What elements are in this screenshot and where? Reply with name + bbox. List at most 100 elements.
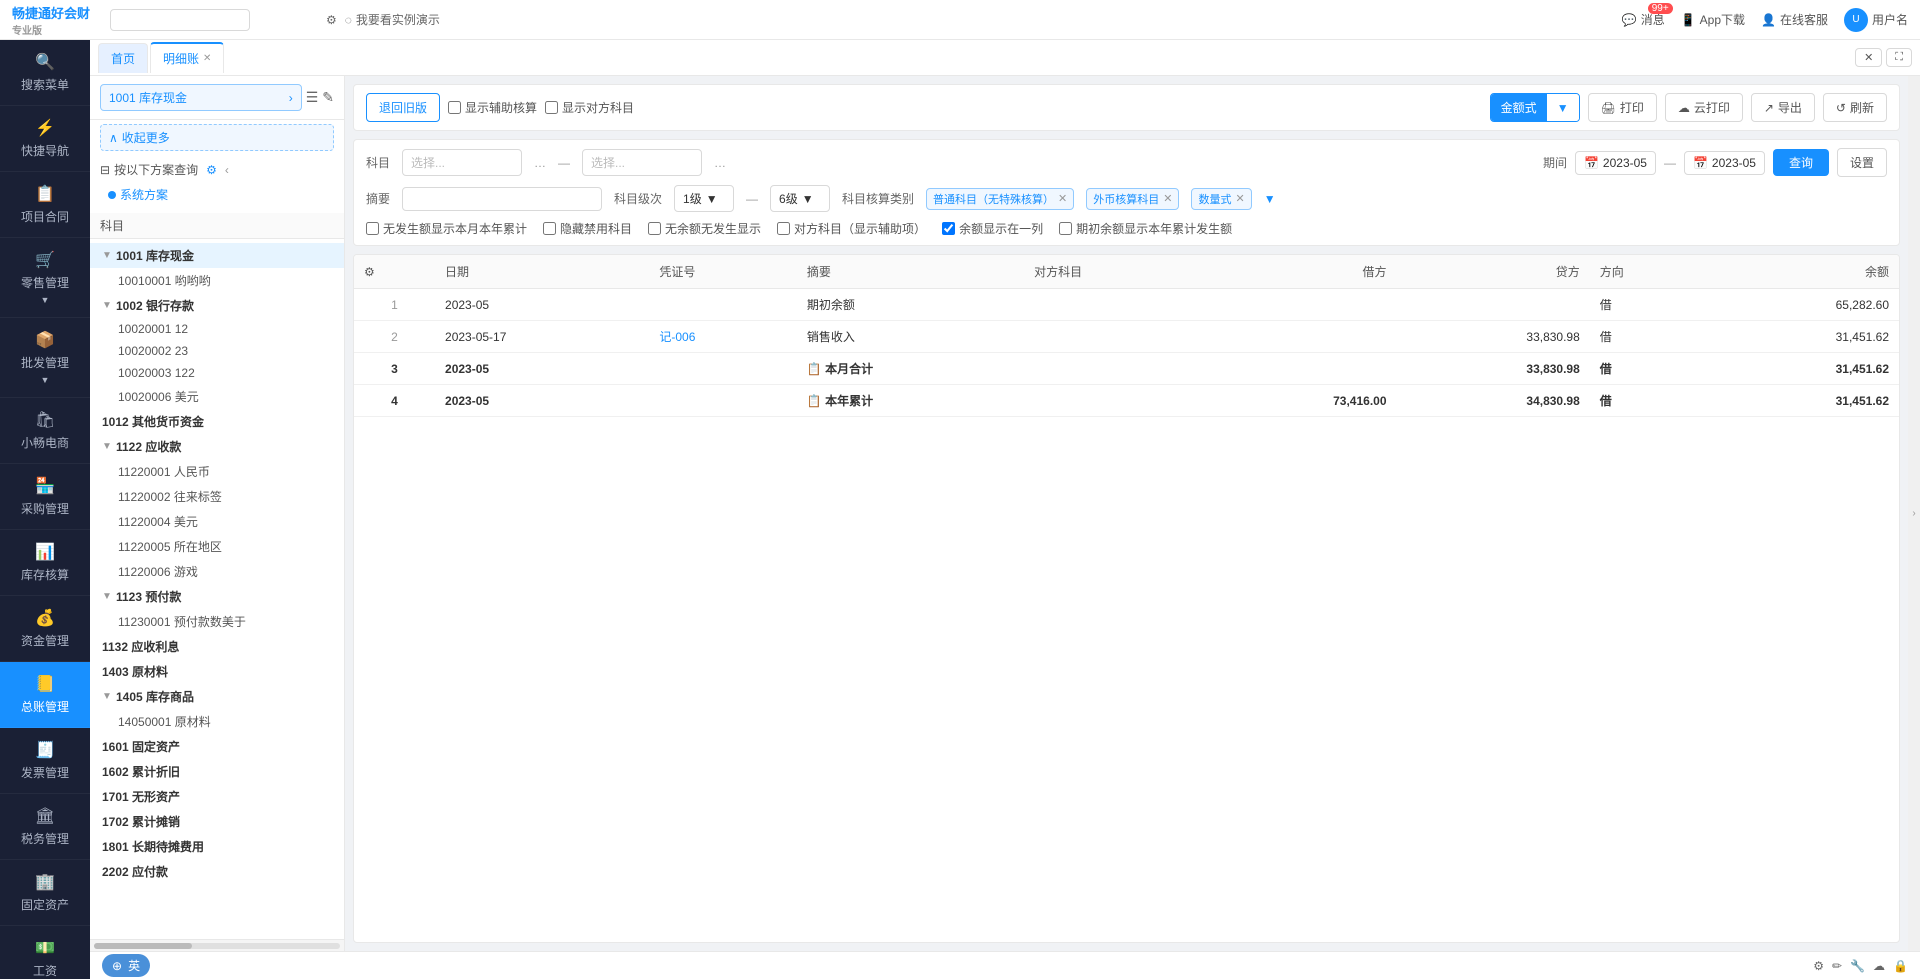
current-account[interactable]: 1001 库存现金 › — [100, 84, 302, 111]
tree-item-1001[interactable]: ▼ 1001 库存现金 — [90, 243, 344, 268]
tag-2-close[interactable]: ✕ — [1163, 192, 1172, 205]
tab-close-btn[interactable]: ✕ — [1855, 48, 1882, 67]
cb-no-amount-input[interactable] — [648, 222, 661, 235]
query-btn[interactable]: 查询 — [1773, 149, 1829, 176]
sidebar-item-quicknav[interactable]: ⚡ 快捷导航 — [0, 106, 90, 172]
tree-item-10020002[interactable]: 10020002 23 — [90, 340, 344, 362]
status-cloud-icon[interactable]: ☁ — [1873, 959, 1885, 973]
tree-item-1801[interactable]: 1801 长期待摊费用 — [90, 834, 344, 859]
tag-1-close[interactable]: ✕ — [1058, 192, 1067, 205]
sidebar-item-retail[interactable]: 🛒 零售管理 ▼ — [0, 238, 90, 318]
status-lock-icon[interactable]: 🔒 — [1893, 959, 1908, 973]
amount-view-btn[interactable]: 金额式 — [1491, 94, 1547, 121]
tree-item-11230001[interactable]: 11230001 预付款数美于 — [90, 609, 344, 634]
period-to-date[interactable]: 📅 2023-05 — [1684, 151, 1765, 175]
tree-item-1002[interactable]: ▼ 1002 银行存款 — [90, 293, 344, 318]
message-btn[interactable]: 💬 消息 99+ — [1622, 11, 1665, 28]
level-from-select[interactable]: 1级 ▼ — [674, 185, 734, 212]
top-search-input[interactable] — [110, 9, 250, 31]
tree-item-11220004[interactable]: 11220004 美元 — [90, 509, 344, 534]
status-tool-icon[interactable]: 🔧 — [1850, 959, 1865, 973]
sidebar-item-accounting[interactable]: 📒 总账管理 — [0, 662, 90, 728]
demo-btn[interactable]: ◌ 我要看实例演示 — [345, 11, 440, 28]
settings-filter-btn[interactable]: 设置 — [1837, 148, 1887, 177]
summary-input[interactable] — [402, 187, 602, 211]
show-opposite-input[interactable] — [545, 101, 558, 114]
panel-scroll-bar[interactable] — [90, 939, 344, 951]
level-to-select[interactable]: 6级 ▼ — [770, 185, 830, 212]
tree-item-11220006[interactable]: 11220006 游戏 — [90, 559, 344, 584]
status-edit-icon[interactable]: ✏ — [1832, 959, 1842, 973]
voucher-link-2[interactable]: 记-006 — [659, 330, 695, 344]
tree-item-1405[interactable]: ▼ 1405 库存商品 — [90, 684, 344, 709]
tree-item-10020006[interactable]: 10020006 美元 — [90, 384, 344, 409]
chevron-left-icon[interactable]: ‹ — [225, 163, 229, 177]
settings-small-icon[interactable]: ⚙ — [206, 163, 217, 177]
show-aux-input[interactable] — [448, 101, 461, 114]
app-download-btn[interactable]: 📱 App下载 — [1681, 11, 1745, 28]
tree-item-11220005[interactable]: 11220005 所在地区 — [90, 534, 344, 559]
view-toggle-arrow[interactable]: ▼ — [1547, 94, 1579, 121]
cb-opposite-input[interactable] — [777, 222, 790, 235]
status-lang-btn[interactable]: ⊕ 英 — [102, 954, 150, 977]
tree-item-1403[interactable]: 1403 原材料 — [90, 659, 344, 684]
sidebar-item-salary[interactable]: 💵 工资 — [0, 926, 90, 979]
list-view-icon[interactable]: ☰ — [306, 89, 319, 106]
sidebar-item-assets[interactable]: 🏢 固定资产 — [0, 860, 90, 926]
cb-no-balance-input[interactable] — [366, 222, 379, 235]
sidebar-item-inventory[interactable]: 📊 库存核算 — [0, 530, 90, 596]
print-btn[interactable]: 🖨 打印 — [1588, 93, 1657, 122]
online-service-btn[interactable]: 👤 在线客服 — [1761, 11, 1828, 28]
sidebar-item-tax[interactable]: 🏛 税务管理 — [0, 794, 90, 860]
sidebar-item-invoice[interactable]: 🧾 发票管理 — [0, 728, 90, 794]
edit-icon[interactable]: ✎ — [322, 89, 334, 106]
cb-year-begin[interactable]: 期初余额显示本年累计发生额 — [1059, 220, 1232, 237]
cb-hide-disabled[interactable]: 隐藏禁用科目 — [543, 220, 632, 237]
settings-btn[interactable]: ⚙ — [326, 13, 337, 27]
tree-item-1701[interactable]: 1701 无形资产 — [90, 784, 344, 809]
top-search[interactable] — [110, 9, 310, 31]
tree-item-1132[interactable]: 1132 应收利息 — [90, 634, 344, 659]
collapse-more-btn[interactable]: ∧ 收起更多 — [100, 124, 334, 151]
sidebar-item-capital[interactable]: 💰 资金管理 — [0, 596, 90, 662]
refresh-btn[interactable]: ↺ 刷新 — [1823, 93, 1887, 122]
tree-item-10020001[interactable]: 10020001 12 — [90, 318, 344, 340]
table-settings-icon[interactable]: ⚙ — [364, 265, 375, 279]
tree-item-11220002[interactable]: 11220002 往来标签 — [90, 484, 344, 509]
cb-year-begin-input[interactable] — [1059, 222, 1072, 235]
export-btn[interactable]: ↗ 导出 — [1751, 93, 1815, 122]
right-collapse-btn[interactable]: › — [1908, 76, 1920, 951]
sidebar-item-purchase[interactable]: 🏪 采购管理 — [0, 464, 90, 530]
tree-item-1123[interactable]: ▼ 1123 预付款 — [90, 584, 344, 609]
sidebar-item-wholesale[interactable]: 📦 批发管理 ▼ — [0, 318, 90, 398]
tab-expand-btn[interactable]: ⛶ — [1886, 48, 1912, 67]
subject-select[interactable]: 选择... — [402, 149, 522, 176]
sidebar-item-xiaochang[interactable]: 🛍 小畅电商 — [0, 398, 90, 464]
back-old-version-btn[interactable]: 退回旧版 — [366, 93, 440, 122]
cb-no-amount[interactable]: 无余额无发生显示 — [648, 220, 761, 237]
cb-no-balance[interactable]: 无发生额显示本月本年累计 — [366, 220, 527, 237]
tab-close-icon[interactable]: ✕ — [203, 53, 211, 64]
status-settings-icon[interactable]: ⚙ — [1813, 959, 1824, 973]
show-aux-checkbox[interactable]: 显示辅助核算 — [448, 99, 537, 116]
sidebar-item-search[interactable]: 🔍 搜索菜单 — [0, 40, 90, 106]
show-opposite-checkbox[interactable]: 显示对方科目 — [545, 99, 634, 116]
tree-item-10020003[interactable]: 10020003 122 — [90, 362, 344, 384]
tree-item-11220001[interactable]: 11220001 人民币 — [90, 459, 344, 484]
cb-hide-disabled-input[interactable] — [543, 222, 556, 235]
user-avatar[interactable]: U 用户名 — [1844, 8, 1908, 32]
period-from-date[interactable]: 📅 2023-05 — [1575, 151, 1656, 175]
tab-home[interactable]: 首页 — [98, 43, 148, 73]
tree-item-10010001[interactable]: 10010001 哟哟哟 — [90, 268, 344, 293]
tree-item-1702[interactable]: 1702 累计摊销 — [90, 809, 344, 834]
tree-item-1012[interactable]: 1012 其他货币资金 — [90, 409, 344, 434]
tree-item-1122[interactable]: ▼ 1122 应收款 — [90, 434, 344, 459]
cb-balance-one-col[interactable]: 余额显示在一列 — [942, 220, 1043, 237]
cloud-print-btn[interactable]: ☁ 云打印 — [1665, 93, 1743, 122]
tree-item-1601[interactable]: 1601 固定资产 — [90, 734, 344, 759]
tag-3-close[interactable]: ✕ — [1235, 192, 1244, 205]
cb-opposite[interactable]: 对方科目（显示辅助项） — [777, 220, 926, 237]
tree-item-14050001[interactable]: 14050001 原材料 — [90, 709, 344, 734]
sidebar-item-project[interactable]: 📋 项目合同 — [0, 172, 90, 238]
tab-detail[interactable]: 明细账 ✕ — [150, 42, 224, 73]
